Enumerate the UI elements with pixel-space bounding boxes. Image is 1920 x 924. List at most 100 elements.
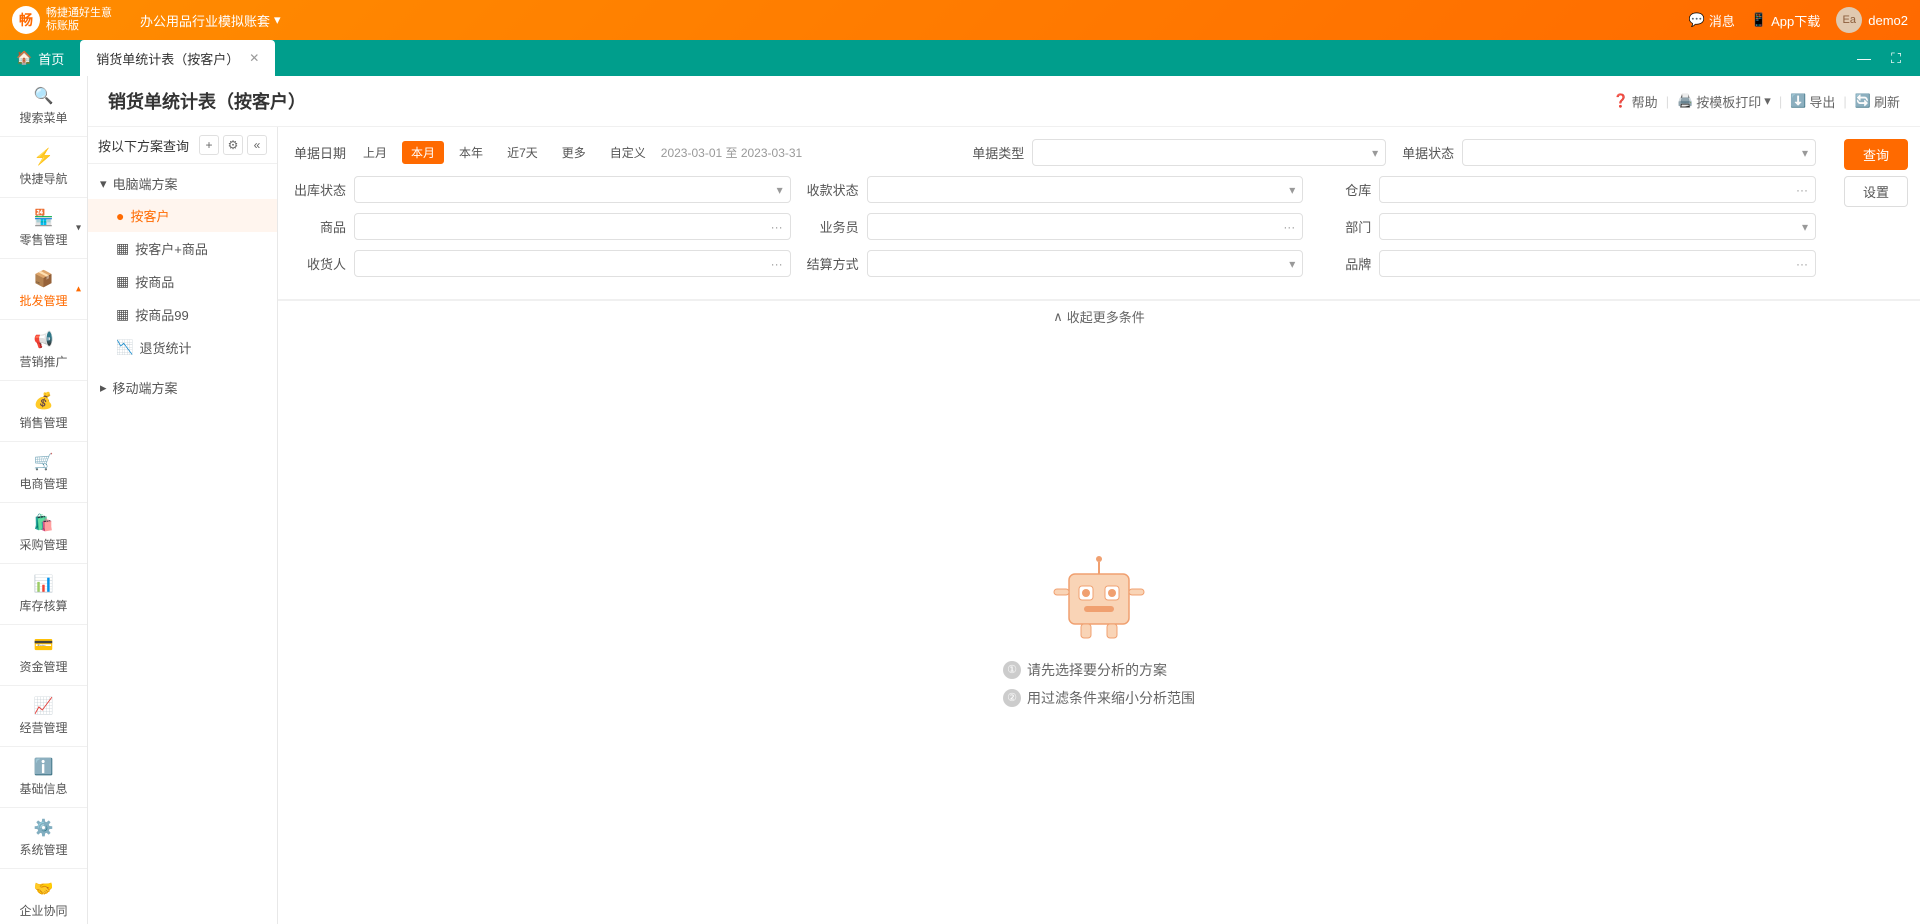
sidebar-item-ecommerce[interactable]: 🛒 电商管理 xyxy=(0,442,87,503)
collapse-row[interactable]: ∧ 收起更多条件 xyxy=(278,300,1920,332)
sidebar-item-shortcut[interactable]: ⚡ 快捷导航 xyxy=(0,137,87,198)
ellipsis-icon5: ··· xyxy=(1796,257,1808,271)
scheme-settings-btn[interactable]: ⚙ xyxy=(223,135,243,155)
sidebar-item-sales[interactable]: 💰 销售管理 xyxy=(0,381,87,442)
main-layout: 🔍 搜索菜单 ⚡ 快捷导航 🏪 零售管理 ▾ 📦 批发管理 ▴ 📢 营销推广 💰… xyxy=(0,76,1920,924)
user-circle-icon: ● xyxy=(116,208,124,224)
dept-input-wrap: ▾ xyxy=(1379,213,1816,240)
filter-row-3: 商品 ··· 业务员 ··· xyxy=(294,213,1816,240)
scheme-panel: 按以下方案查询 + ⚙ « ▾ 电脑端方案 ● 按客户 xyxy=(88,127,278,924)
sidebar-item-inventory[interactable]: 📊 库存核算 xyxy=(0,564,87,625)
sidebar-item-search[interactable]: 🔍 搜索菜单 xyxy=(0,76,87,137)
doc-type-label: 单据类型 xyxy=(972,143,1024,162)
filter-field-date: 单据日期 上月 本月 本年 近7天 更多 自定义 2023-03-01 至 20… xyxy=(294,141,956,164)
doc-status-input[interactable] xyxy=(1462,139,1816,166)
shortcut-7days[interactable]: 近7天 xyxy=(498,141,547,164)
tab-maximize-btn[interactable]: ⛶ xyxy=(1884,46,1908,70)
scheme-group-mobile-header[interactable]: ▸ 移动端方案 xyxy=(88,372,277,403)
message-btn[interactable]: 💬 消息 xyxy=(1689,11,1735,30)
page-title-bar: 销货单统计表（按客户） ❓ 帮助 | 🖨️ 按模板打印 ▾ | ⬇️ 导出 | xyxy=(88,76,1920,127)
settlement-input[interactable] xyxy=(867,250,1304,277)
bar-chart-icon: 📉 xyxy=(116,339,133,356)
scheme-item-by-goods99[interactable]: ▦ 按商品99 xyxy=(88,298,277,331)
ellipsis-icon3: ··· xyxy=(1283,220,1295,234)
page-title: 销货单统计表（按客户） xyxy=(108,88,1612,114)
filter-field-dept: 部门 ▾ xyxy=(1319,213,1816,240)
scheme-add-btn[interactable]: + xyxy=(199,135,219,155)
salesman-input-wrap: ··· xyxy=(867,213,1304,240)
export-icon: ⬇️ xyxy=(1790,93,1806,109)
goods-label: 商品 xyxy=(294,217,346,236)
doc-type-input[interactable] xyxy=(1032,139,1386,166)
dropdown-icon6: ▾ xyxy=(1289,257,1295,271)
trending-icon: 📈 xyxy=(34,696,54,716)
shortcut-custom[interactable]: 自定义 xyxy=(601,141,655,164)
empty-hints: ① 请先选择要分析的方案 ② 用过滤条件来缩小分析范围 xyxy=(1003,656,1195,712)
query-button[interactable]: 查询 xyxy=(1844,139,1908,170)
sidebar-item-marketing[interactable]: 📢 营销推广 xyxy=(0,320,87,381)
scheme-group-desktop-header[interactable]: ▾ 电脑端方案 xyxy=(88,168,277,199)
settlement-input-wrap: ▾ xyxy=(867,250,1304,277)
tab-bar-actions: — ⛶ xyxy=(1852,46,1920,70)
scheme-item-by-customer[interactable]: ● 按客户 xyxy=(88,199,277,232)
box-icon: 📦 xyxy=(34,269,54,289)
tab-close-btn[interactable]: ✕ xyxy=(249,51,259,65)
out-status-input[interactable] xyxy=(354,176,791,203)
money-icon: 💰 xyxy=(34,391,54,411)
salesman-input[interactable] xyxy=(867,213,1304,240)
goods-input[interactable] xyxy=(354,213,791,240)
refresh-link[interactable]: 🔄 刷新 xyxy=(1855,92,1900,111)
chevron-down-icon: ▾ xyxy=(274,12,281,28)
filter-field-doc-status: 单据状态 ▾ xyxy=(1402,139,1816,166)
scheme-item-return-stats[interactable]: 📉 退货统计 xyxy=(88,331,277,364)
print-link[interactable]: 🖨️ 按模板打印 ▾ xyxy=(1677,92,1771,111)
brand-input[interactable] xyxy=(1379,250,1816,277)
brand-label: 品牌 xyxy=(1319,254,1371,273)
scheme-collapse-btn[interactable]: « xyxy=(247,135,267,155)
home-icon: 🏠 xyxy=(16,50,32,66)
sidebar-item-enterprise[interactable]: 🤝 企业协同 xyxy=(0,869,87,924)
tab-minimize-btn[interactable]: — xyxy=(1852,46,1876,70)
card-icon: 💳 xyxy=(34,635,54,655)
sidebar-item-wholesale[interactable]: 📦 批发管理 ▴ xyxy=(0,259,87,320)
filter-field-out-status: 出库状态 ▾ xyxy=(294,176,791,203)
receiver-input[interactable] xyxy=(354,250,791,277)
industry-selector[interactable]: 办公用品行业模拟账套 ▾ xyxy=(120,11,1681,30)
sidebar-item-finance[interactable]: 💳 资金管理 xyxy=(0,625,87,686)
export-link[interactable]: ⬇️ 导出 xyxy=(1790,92,1835,111)
filter-field-doc-type: 单据类型 ▾ xyxy=(972,139,1386,166)
sidebar-item-operation[interactable]: 📈 经营管理 xyxy=(0,686,87,747)
tab-home[interactable]: 🏠 首页 xyxy=(0,40,80,76)
doc-type-input-wrap: ▾ xyxy=(1032,139,1386,166)
filter-row-2: 出库状态 ▾ 收款状态 ▾ xyxy=(294,176,1816,203)
sidebar-item-system[interactable]: ⚙️ 系统管理 xyxy=(0,808,87,869)
sidebar-item-basic[interactable]: ℹ️ 基础信息 xyxy=(0,747,87,808)
filter-row-1: 单据日期 上月 本月 本年 近7天 更多 自定义 2023-03-01 至 20… xyxy=(294,139,1816,166)
empty-hint-1: ① 请先选择要分析的方案 xyxy=(1003,656,1195,684)
user-area[interactable]: Ea demo2 xyxy=(1836,7,1908,33)
help-link[interactable]: ❓ 帮助 xyxy=(1612,92,1657,111)
settings-button[interactable]: 设置 xyxy=(1844,176,1908,207)
dropdown-icon5: ▾ xyxy=(1802,220,1808,234)
help-icon: ❓ xyxy=(1612,93,1628,109)
tab-sales-stats[interactable]: 销货单统计表（按客户） ✕ xyxy=(80,40,275,76)
shortcut-this-year[interactable]: 本年 xyxy=(450,141,492,164)
sidebar-item-purchase[interactable]: 🛍️ 采购管理 xyxy=(0,503,87,564)
logo-icon: 畅 xyxy=(12,6,40,34)
shortcut-last-month[interactable]: 上月 xyxy=(354,141,396,164)
shortcut-more[interactable]: 更多 xyxy=(553,141,595,164)
dept-input[interactable] xyxy=(1379,213,1816,240)
warehouse-label: 仓库 xyxy=(1319,180,1371,199)
scheme-item-by-customer-goods[interactable]: ▦ 按客户+商品 xyxy=(88,232,277,265)
sidebar-item-retail[interactable]: 🏪 零售管理 ▾ xyxy=(0,198,87,259)
app-download-btn[interactable]: 📱 App下载 xyxy=(1751,11,1820,30)
shortcut-this-month[interactable]: 本月 xyxy=(402,141,444,164)
phone-icon: 📱 xyxy=(1751,12,1767,28)
warehouse-input[interactable] xyxy=(1379,176,1816,203)
ellipsis-icon2: ··· xyxy=(771,220,783,234)
chart-bar-icon: ▦ xyxy=(116,240,129,257)
empty-state: ① 请先选择要分析的方案 ② 用过滤条件来缩小分析范围 xyxy=(278,332,1920,924)
payment-status-input[interactable] xyxy=(867,176,1304,203)
scheme-item-by-goods[interactable]: ▦ 按商品 xyxy=(88,265,277,298)
dept-label: 部门 xyxy=(1319,217,1371,236)
